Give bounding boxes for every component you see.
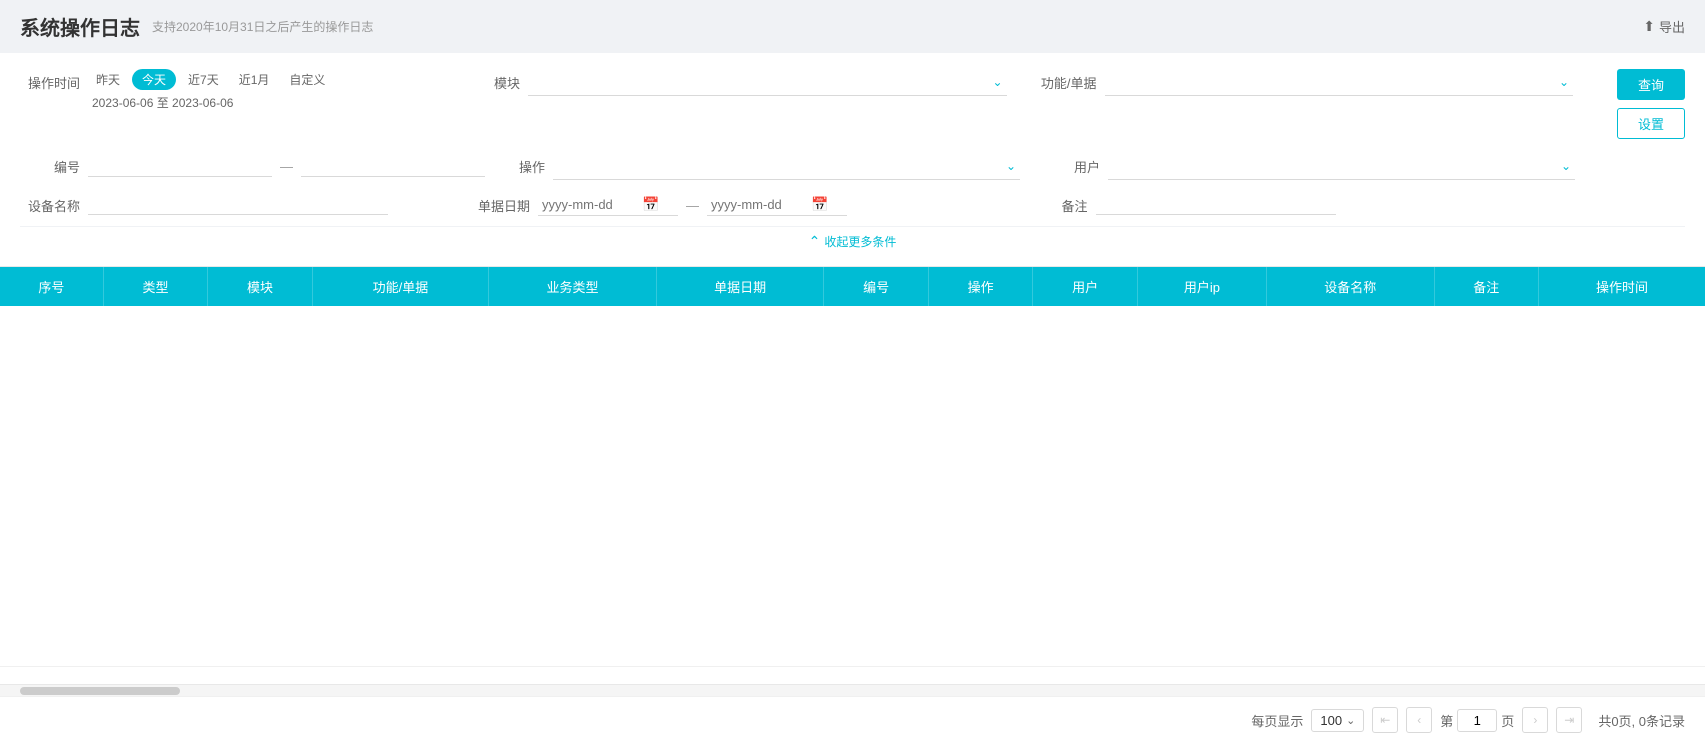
custom-btn[interactable]: 自定义	[281, 69, 333, 90]
remark-input[interactable]	[1096, 195, 1336, 215]
column-header: 业务类型	[489, 267, 657, 306]
total-info: 共0页, 0条记录	[1598, 711, 1685, 730]
voucher-date-end[interactable]	[711, 197, 811, 212]
page-size-arrow: ⌄	[1346, 714, 1355, 727]
export-label: 导出	[1659, 17, 1685, 36]
module-select[interactable]: ⌄	[528, 69, 1007, 96]
func-dropdown-icon: ⌄	[1559, 75, 1569, 89]
time-label: 操作时间	[20, 73, 80, 92]
device-input[interactable]	[88, 195, 388, 215]
user-label: 用户	[1040, 157, 1100, 176]
page-subtitle: 支持2020年10月31日之后产生的操作日志	[152, 18, 373, 35]
first-page-btn[interactable]: ⇤	[1372, 707, 1398, 733]
user-select-content	[1112, 155, 1557, 177]
page-size-value: 100	[1320, 713, 1342, 728]
no-dash: —	[280, 159, 293, 174]
page-info: 第 页	[1440, 709, 1514, 732]
table-body	[0, 306, 1705, 667]
page-suffix: 页	[1501, 711, 1514, 730]
next-page-btn[interactable]: ›	[1522, 707, 1548, 733]
module-dropdown-icon: ⌄	[992, 75, 1002, 89]
page-title: 系统操作日志	[20, 12, 140, 41]
column-header: 操作时间	[1539, 267, 1705, 306]
page-header: 系统操作日志 支持2020年10月31日之后产生的操作日志 ⬆ 导出	[0, 0, 1705, 53]
column-header: 备注	[1434, 267, 1538, 306]
column-header: 单据日期	[656, 267, 824, 306]
no-input-start[interactable]	[88, 157, 272, 177]
calendar-end-icon[interactable]: 📅	[811, 196, 828, 213]
column-header: 模块	[208, 267, 312, 306]
query-button[interactable]: 查询	[1617, 69, 1685, 100]
calendar-start-icon[interactable]: 📅	[642, 196, 659, 213]
column-header: 序号	[0, 267, 103, 306]
module-select-content	[532, 71, 988, 93]
prev-page-btn[interactable]: ‹	[1406, 707, 1432, 733]
empty-state	[8, 316, 1697, 656]
voucher-date-start[interactable]	[542, 197, 642, 212]
column-header: 操作	[928, 267, 1032, 306]
date-range-display: 2023-06-06 至 2023-06-06	[88, 94, 333, 111]
pagination: 每页显示 100 ⌄ ⇤ ‹ 第 页 › ⇥ 共0页, 0条记录	[0, 696, 1705, 743]
user-select[interactable]: ⌄	[1108, 153, 1575, 180]
column-header: 用户ip	[1137, 267, 1266, 306]
last-page-btn[interactable]: ⇥	[1556, 707, 1582, 733]
filter-area: 操作时间 昨天 今天 近7天 近1月 自定义 2023-06-06 至 2023…	[0, 53, 1705, 267]
operation-label: 操作	[485, 157, 545, 176]
func-select-content	[1109, 71, 1555, 93]
data-table: 序号类型模块功能/单据业务类型单据日期编号操作用户用户ip设备名称备注操作时间	[0, 267, 1705, 667]
column-header: 设备名称	[1266, 267, 1434, 306]
column-header: 编号	[824, 267, 928, 306]
export-button[interactable]: ⬆ 导出	[1643, 17, 1685, 36]
collapse-label: 收起更多条件	[824, 233, 896, 250]
module-label: 模块	[460, 73, 520, 92]
action-buttons: 查询 设置	[1617, 69, 1685, 139]
func-select[interactable]: ⌄	[1105, 69, 1574, 96]
last7-btn[interactable]: 近7天	[180, 69, 227, 90]
device-label: 设备名称	[20, 196, 80, 215]
no-input-end[interactable]	[301, 157, 485, 177]
collapse-bar[interactable]: ⌃ 收起更多条件	[20, 226, 1685, 256]
yesterday-btn[interactable]: 昨天	[88, 69, 128, 90]
remark-label: 备注	[1028, 196, 1088, 215]
no-label: 编号	[20, 157, 80, 176]
today-btn[interactable]: 今天	[132, 69, 176, 90]
voucher-date-label: 单据日期	[460, 196, 530, 215]
table-wrapper: 序号类型模块功能/单据业务类型单据日期编号操作用户用户ip设备名称备注操作时间	[0, 267, 1705, 684]
operation-dropdown-icon: ⌄	[1006, 159, 1016, 173]
last1m-btn[interactable]: 近1月	[231, 69, 278, 90]
func-label: 功能/单据	[1027, 73, 1097, 92]
export-icon: ⬆	[1643, 18, 1655, 35]
column-header: 功能/单据	[312, 267, 488, 306]
scroll-thumb[interactable]	[20, 687, 180, 695]
operation-select-content	[557, 155, 1002, 177]
page-size-select[interactable]: 100 ⌄	[1311, 709, 1364, 732]
page-number-input[interactable]	[1457, 709, 1497, 732]
page-prefix: 第	[1440, 711, 1453, 730]
table-header-row: 序号类型模块功能/单据业务类型单据日期编号操作用户用户ip设备名称备注操作时间	[0, 267, 1705, 306]
settings-button[interactable]: 设置	[1617, 108, 1685, 139]
column-header: 用户	[1033, 267, 1137, 306]
voucher-date-start-wrap: 📅	[538, 194, 678, 216]
scroll-track[interactable]	[0, 684, 1705, 696]
per-page-label: 每页显示	[1251, 711, 1303, 730]
voucher-date-end-wrap: 📅	[707, 194, 847, 216]
user-dropdown-icon: ⌄	[1561, 159, 1571, 173]
collapse-icon: ⌃	[809, 233, 821, 250]
column-header: 类型	[103, 267, 207, 306]
operation-select[interactable]: ⌄	[553, 153, 1020, 180]
date-separator: —	[686, 198, 699, 213]
